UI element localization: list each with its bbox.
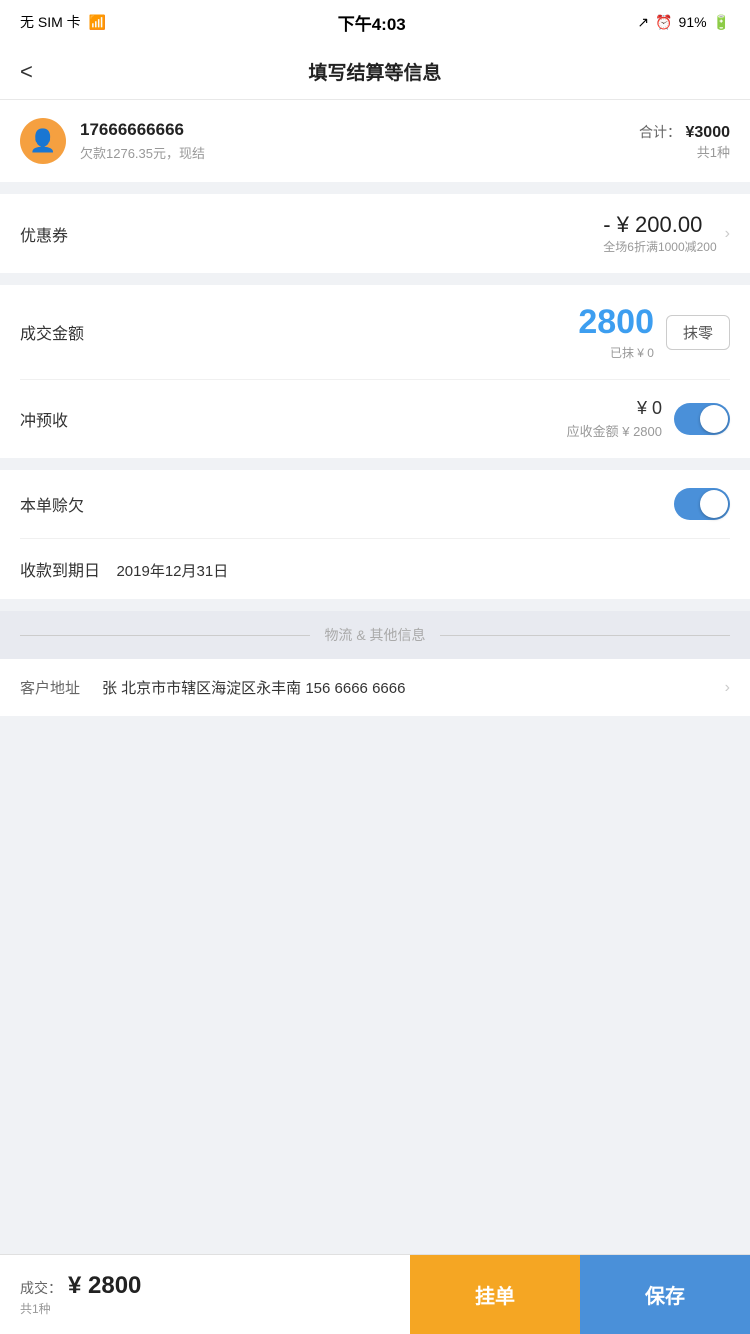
battery-icon: 🔋 [713,14,730,31]
customer-count: 共1种 [639,142,730,161]
address-card[interactable]: 客户地址 张 北京市市辖区海淀区永丰南 156 6666 6666 › [0,659,750,716]
save-button[interactable]: 保存 [580,1255,750,1334]
bottom-bar: 成交： ¥ 2800 共1种 挂单 保存 [0,1254,750,1334]
sim-status: 无 SIM 卡 [20,12,81,32]
avatar-icon: 👤 [29,128,56,154]
logistics-divider-text: 物流 & 其他信息 [324,625,425,645]
location-icon: ↗ [637,14,649,31]
alarm-icon: ⏰ [655,14,672,31]
logistics-divider: 物流 & 其他信息 [0,611,750,659]
bottom-total-row: 成交： ¥ 2800 [20,1272,390,1300]
bottom-deal-amount: ¥ 2800 [68,1272,141,1300]
battery-level: 91% [679,14,707,30]
deal-amount-section: 成交金额 2800 已抹 ¥ 0 抹零 冲预收 ¥ 0 应收金额 ¥ 2800 [0,285,750,458]
debt-section: 本单赊欠 收款到期日 2019年12月31日 [0,470,750,599]
deal-amount-sub: 已抹 ¥ 0 [578,344,654,361]
customer-card: 👤 17666666666 欠款1276.35元，现结 合计： ¥3000 共1… [0,100,750,182]
status-time: 下午4:03 [338,10,406,35]
customer-left: 👤 17666666666 欠款1276.35元，现结 [20,118,205,164]
chong-amount: ¥ 0 [637,398,662,419]
debt-toggle-circle [700,490,728,518]
debt-label: 本单赊欠 [20,492,84,516]
customer-debt: 欠款1276.35元，现结 [80,143,205,162]
chong-toggle[interactable] [674,403,730,435]
debt-toggle[interactable] [674,488,730,520]
divider-line-right [440,635,730,636]
coupon-desc: 全场6折满1000减200 [603,238,716,255]
address-value: 张 北京市市辖区海淀区永丰南 156 6666 6666 [90,677,725,698]
chong-sub: 应收金额 ¥ 2800 [567,421,662,440]
chong-precollect-right: ¥ 0 应收金额 ¥ 2800 [567,398,730,440]
coupon-chevron-icon: › [725,225,730,243]
content-area: 👤 17666666666 欠款1276.35元，现结 合计： ¥3000 共1… [0,100,750,946]
coupon-discount: - ¥ 200.00 [603,212,716,238]
wifi-icon: 📶 [89,14,106,31]
customer-total-row: 合计： ¥3000 [639,122,730,142]
hang-order-button[interactable]: 挂单 [410,1255,580,1334]
due-date-label: 收款到期日 2019年12月31日 [20,557,228,581]
deal-amount-label: 成交金额 [20,320,84,344]
coupon-row[interactable]: 优惠券 - ¥ 200.00 全场6折满1000减200 › [0,194,750,273]
status-left: 无 SIM 卡 📶 [20,12,106,32]
address-label: 客户地址 [20,677,90,698]
avatar: 👤 [20,118,66,164]
deal-amount-row: 成交金额 2800 已抹 ¥ 0 抹零 [20,285,730,380]
chong-precollect-row: 冲预收 ¥ 0 应收金额 ¥ 2800 [20,380,730,458]
toggle-circle [700,405,728,433]
divider-line-left [20,635,310,636]
spacer [0,716,750,856]
bottom-deal-label: 成交： [20,1278,62,1298]
debt-row: 本单赊欠 [20,470,730,539]
nav-bar: < 填写结算等信息 [0,44,750,100]
bottom-summary: 成交： ¥ 2800 共1种 [0,1272,410,1317]
chong-precollect-label: 冲预收 [20,407,68,431]
customer-total-label: 合计： [639,124,681,140]
customer-total-amount: ¥3000 [686,124,731,141]
coupon-right: - ¥ 200.00 全场6折满1000减200 › [603,212,730,255]
back-button[interactable]: < [20,59,33,85]
coupon-label: 优惠券 [20,222,68,246]
deal-amount-right: 2800 已抹 ¥ 0 抹零 [578,303,730,361]
due-date-value: 2019年12月31日 [116,563,228,580]
due-date-row: 收款到期日 2019年12月31日 [20,539,730,599]
address-chevron-icon: › [725,679,730,697]
status-right: ↗ ⏰ 91% 🔋 [637,14,730,31]
deal-amount-value: 2800 [578,303,654,342]
status-bar: 无 SIM 卡 📶 下午4:03 ↗ ⏰ 91% 🔋 [0,0,750,44]
round-zero-button[interactable]: 抹零 [666,315,730,350]
customer-info: 17666666666 欠款1276.35元，现结 [80,120,205,162]
bottom-count: 共1种 [20,1300,390,1317]
customer-phone: 17666666666 [80,120,205,140]
debt-right [674,488,730,520]
customer-right: 合计： ¥3000 共1种 [639,122,730,161]
page-title: 填写结算等信息 [308,58,441,85]
chong-values: ¥ 0 应收金额 ¥ 2800 [567,398,662,440]
